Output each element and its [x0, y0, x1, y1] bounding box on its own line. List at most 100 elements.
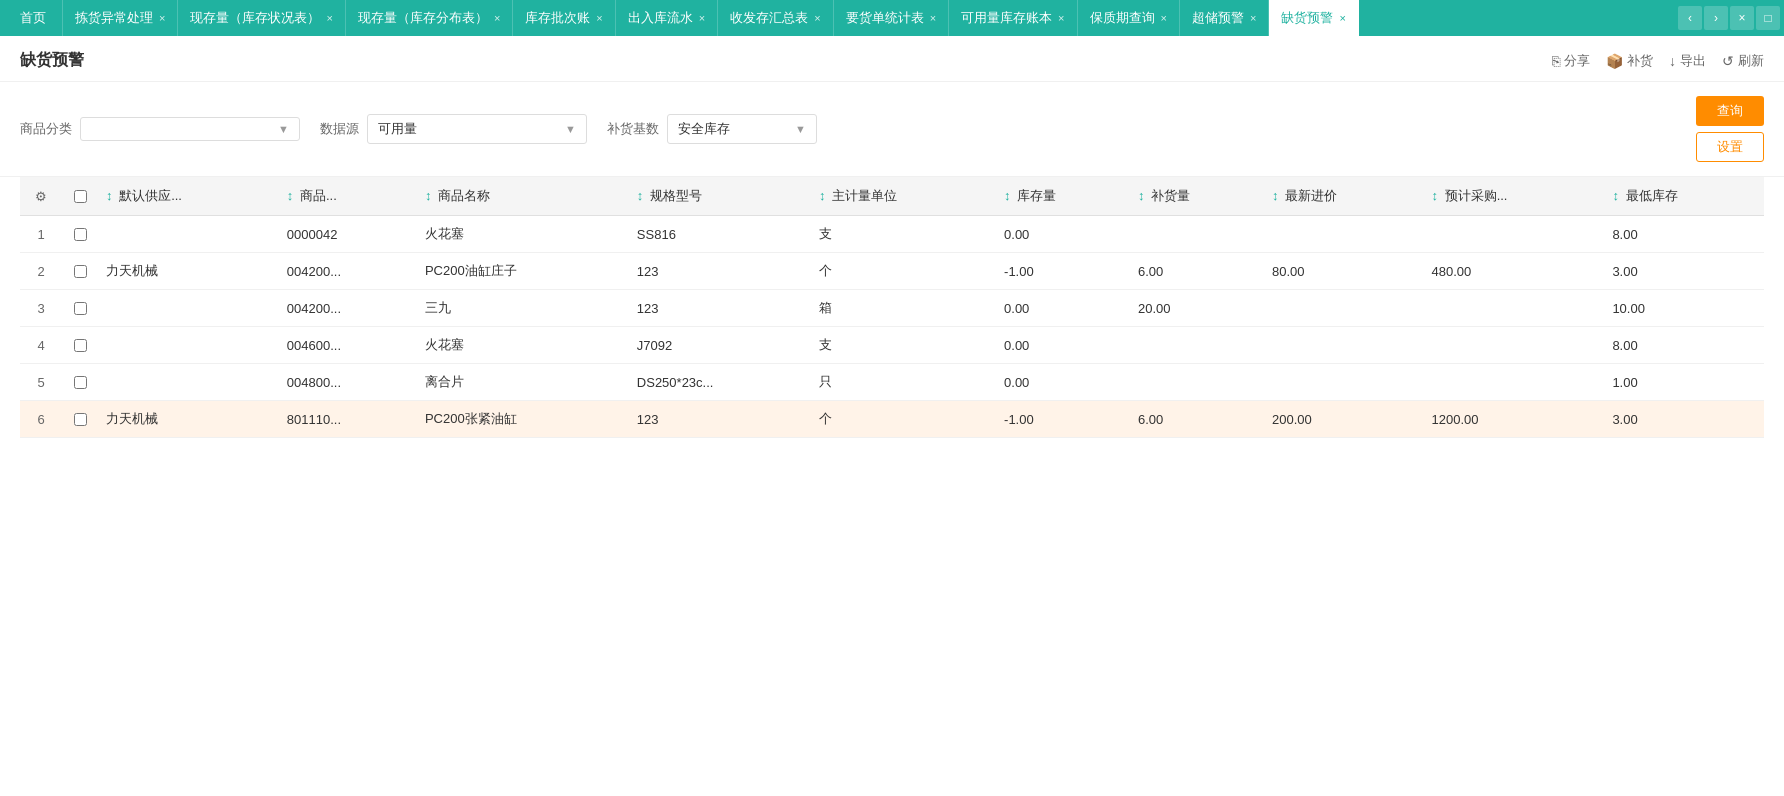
cell-stock: -1.00: [996, 401, 1130, 438]
th-sort-icon-5: ↕: [819, 188, 826, 203]
share-button[interactable]: ⎘ 分享: [1552, 52, 1590, 70]
category-select[interactable]: ▼: [80, 117, 300, 141]
th-sort-icon-2: ↕: [287, 188, 294, 203]
cell-replenish: 20.00: [1130, 290, 1264, 327]
th-latest-price-label: 最新进价: [1285, 188, 1337, 203]
cell-min-stock: 1.00: [1604, 364, 1764, 401]
th-checkbox: [62, 177, 98, 216]
th-unit: ↕ 主计量单位: [811, 177, 996, 216]
share-label: 分享: [1564, 52, 1590, 70]
cell-replenish: 6.00: [1130, 253, 1264, 290]
cell-min-stock: 8.00: [1604, 327, 1764, 364]
tab-maximize[interactable]: □: [1756, 6, 1780, 30]
settings-button[interactable]: 设置: [1696, 132, 1764, 162]
query-button[interactable]: 查询: [1696, 96, 1764, 126]
select-all-checkbox[interactable]: [74, 190, 87, 203]
row-checkbox[interactable]: [74, 339, 87, 352]
tab-close-icon[interactable]: ×: [1058, 12, 1064, 24]
cell-checkbox: [62, 253, 98, 290]
refresh-button[interactable]: ↺ 刷新: [1722, 52, 1764, 70]
cell-product-name: 三九: [417, 290, 629, 327]
tab-label: 收发存汇总表: [730, 9, 808, 27]
row-checkbox[interactable]: [74, 228, 87, 241]
tab-close-icon[interactable]: ×: [1161, 12, 1167, 24]
tab-close-icon[interactable]: ×: [494, 12, 500, 24]
datasource-select[interactable]: 可用量 ▼: [367, 114, 587, 144]
row-checkbox[interactable]: [74, 413, 87, 426]
table-row: 4 004600... 火花塞 J7092 支 0.00 8.00: [20, 327, 1764, 364]
tab-label: 首页: [20, 9, 46, 27]
replenish-base-select[interactable]: 安全库存 ▼: [667, 114, 817, 144]
cell-replenish: 6.00: [1130, 401, 1264, 438]
tab-scroll-right[interactable]: ›: [1704, 6, 1728, 30]
datasource-dropdown-icon: ▼: [565, 123, 576, 135]
tab-label: 现存量（库存分布表）: [358, 9, 488, 27]
cell-min-stock: 3.00: [1604, 401, 1764, 438]
row-checkbox[interactable]: [74, 376, 87, 389]
table-body: 1 0000042 火花塞 SS816 支 0.00 8.00 2 力天机械 0…: [20, 216, 1764, 438]
tab-scroll-left[interactable]: ‹: [1678, 6, 1702, 30]
cell-spec: 123: [629, 290, 811, 327]
cell-unit: 只: [811, 364, 996, 401]
cell-stock: 0.00: [996, 327, 1130, 364]
replenish-icon: 📦: [1606, 53, 1623, 69]
th-product-code-label: 商品...: [300, 188, 337, 203]
th-min-stock-label: 最低库存: [1626, 188, 1678, 203]
tab-label: 保质期查询: [1090, 9, 1155, 27]
tab-overstock[interactable]: 超储预警×: [1180, 0, 1269, 36]
th-product-name-label: 商品名称: [438, 188, 490, 203]
tab-available-ledger[interactable]: 可用量库存账本×: [949, 0, 1077, 36]
th-replenish-label: 补货量: [1151, 188, 1190, 203]
cell-latest-price: [1264, 216, 1424, 253]
replenish-button[interactable]: 📦 补货: [1606, 52, 1653, 70]
cell-checkbox: [62, 364, 98, 401]
refresh-label: 刷新: [1738, 52, 1764, 70]
cell-unit: 个: [811, 401, 996, 438]
th-sort-icon-6: ↕: [1004, 188, 1011, 203]
tab-close-icon[interactable]: ×: [1250, 12, 1256, 24]
cell-checkbox: [62, 216, 98, 253]
cell-checkbox: [62, 290, 98, 327]
row-checkbox[interactable]: [74, 265, 87, 278]
settings-gear-icon[interactable]: ⚙: [35, 189, 47, 204]
cell-unit: 个: [811, 253, 996, 290]
table-row: 3 004200... 三九 123 箱 0.00 20.00 10.00: [20, 290, 1764, 327]
th-product-code: ↕ 商品...: [279, 177, 417, 216]
cell-stock: 0.00: [996, 364, 1130, 401]
replenish-label: 补货: [1627, 52, 1653, 70]
replenish-base-filter-group: 补货基数 安全库存 ▼: [607, 114, 817, 144]
table-row: 2 力天机械 004200... PC200油缸庄子 123 个 -1.00 6…: [20, 253, 1764, 290]
row-checkbox[interactable]: [74, 302, 87, 315]
tab-close-icon[interactable]: ×: [326, 12, 332, 24]
tab-close-icon[interactable]: ×: [814, 12, 820, 24]
tab-shortage[interactable]: 缺货预警×: [1269, 0, 1358, 36]
table-row: 1 0000042 火花塞 SS816 支 0.00 8.00: [20, 216, 1764, 253]
th-estimated-purchase-label: 预计采购...: [1445, 188, 1508, 203]
tab-close-icon[interactable]: ×: [930, 12, 936, 24]
tab-close-all[interactable]: ×: [1730, 6, 1754, 30]
tab-close-icon[interactable]: ×: [596, 12, 602, 24]
export-button[interactable]: ↓ 导出: [1669, 52, 1706, 70]
tab-home[interactable]: 首页: [4, 0, 63, 36]
page-title: 缺货预警: [20, 50, 84, 71]
tab-order-stat[interactable]: 要货单统计表×: [834, 0, 949, 36]
cell-latest-price: [1264, 327, 1424, 364]
tab-inout-flow[interactable]: 出入库流水×: [616, 0, 718, 36]
tab-exception[interactable]: 拣货异常处理×: [63, 0, 178, 36]
tab-inventory-dist[interactable]: 现存量（库存分布表） ×: [346, 0, 513, 36]
cell-stock: 0.00: [996, 290, 1130, 327]
cell-index: 6: [20, 401, 62, 438]
tab-inventory-status[interactable]: 现存量（库存状况表）×: [178, 0, 345, 36]
tab-batch-account[interactable]: 库存批次账×: [513, 0, 615, 36]
tab-close-icon[interactable]: ×: [159, 12, 165, 24]
tab-receipt-summary[interactable]: 收发存汇总表 ×: [718, 0, 833, 36]
share-icon: ⎘: [1552, 53, 1560, 69]
tab-close-icon[interactable]: ×: [699, 12, 705, 24]
tab-nav-buttons: ‹ › × □: [1678, 6, 1780, 30]
tab-close-icon[interactable]: ×: [1339, 12, 1345, 24]
tab-expiry-query[interactable]: 保质期查询 ×: [1078, 0, 1180, 36]
cell-product-name: PC200张紧油缸: [417, 401, 629, 438]
table-wrapper: ⚙ ↕ 默认供应... ↕ 商品...: [0, 177, 1784, 438]
cell-estimated-purchase: [1424, 216, 1605, 253]
refresh-icon: ↺: [1722, 53, 1734, 69]
